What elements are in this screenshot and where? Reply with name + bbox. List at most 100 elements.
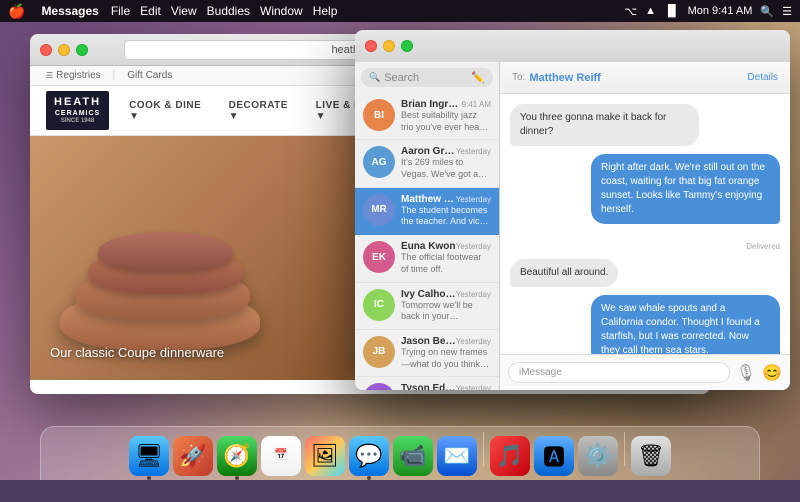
conv-content: Matthew Raff Yesterday The student becom… <box>401 194 491 228</box>
imessage-placeholder: iMessage <box>519 367 562 378</box>
conv-content: Aaron Grave... Yesterday It's 269 miles … <box>401 146 491 180</box>
avatar: TE <box>363 383 395 390</box>
dock-item-mail[interactable]: ✉️ <box>437 436 477 476</box>
app-name[interactable]: Messages <box>41 4 98 18</box>
menu-buddies[interactable]: Buddies <box>207 4 250 18</box>
message-bubble: We saw whale spouts and a California con… <box>591 295 780 354</box>
message-bubble: Beautiful all around. <box>510 259 618 287</box>
compose-icon[interactable]: ✏️ <box>471 71 485 84</box>
conv-time: Yesterday <box>456 290 491 299</box>
close-button[interactable] <box>40 44 52 56</box>
notification-icon[interactable]: ☰ <box>782 5 792 18</box>
dock-item-music[interactable]: 🎵 <box>490 436 530 476</box>
menu-view[interactable]: View <box>171 4 197 18</box>
conv-name: Aaron Grave... <box>401 146 456 157</box>
dock-item-safari[interactable]: 🧭 <box>217 436 257 476</box>
dock-item-finder[interactable]: 🖥 <box>129 436 169 476</box>
bluetooth-icon: ⌥ <box>624 5 637 18</box>
chat-header: To: Matthew Reiff Details <box>500 62 790 94</box>
dock-item-appstore[interactable]: 🅰 <box>534 436 574 476</box>
maximize-button[interactable] <box>76 44 88 56</box>
dock-separator-2 <box>624 432 625 466</box>
dock-item-trash[interactable]: 🗑 <box>631 436 671 476</box>
message-bubble: You three gonna make it back for dinner? <box>510 104 699 146</box>
finder-icon: 🖥 <box>135 443 163 469</box>
dock-item-facetime[interactable]: 📹 <box>393 436 433 476</box>
conv-time: Yesterday <box>456 147 491 156</box>
dock-item-systemprefs[interactable]: ⚙️ <box>578 436 618 476</box>
conv-preview: Trying on new frames—what do you think o… <box>401 347 491 370</box>
gift-cards-link[interactable]: Gift Cards <box>127 70 172 81</box>
messages-sidebar: 🔍 Search ✏️ BI Brian Ingram 9:41 AM <box>355 62 500 390</box>
menu-file[interactable]: File <box>111 4 130 18</box>
clock: Mon 9:41 AM <box>688 5 753 17</box>
avatar: EK <box>363 241 395 273</box>
avatar: BI <box>363 99 395 131</box>
conv-name: Matthew Raff <box>401 194 456 205</box>
conv-time: 9:41 AM <box>462 100 491 109</box>
conv-content: Euna Kwon Yesterday The official footwea… <box>401 241 491 275</box>
minimize-button[interactable] <box>58 44 70 56</box>
conv-content: Ivy Calhoun Yesterday Tomorrow we'll be … <box>401 289 491 323</box>
emoji-icon[interactable]: 😊 <box>762 363 782 383</box>
search-placeholder: Search <box>384 72 419 84</box>
conversation-item[interactable]: BI Brian Ingram 9:41 AM Best suitability… <box>355 93 499 140</box>
launchpad-icon: 🚀 <box>179 443 206 469</box>
facetime-icon: 📹 <box>399 443 426 469</box>
dock-item-launchpad[interactable]: 🚀 <box>173 436 213 476</box>
search-icon: 🔍 <box>369 72 380 83</box>
conversation-item[interactable]: JB Jason Bettin... Yesterday Trying on n… <box>355 330 499 377</box>
conv-name: Ivy Calhoun <box>401 289 456 300</box>
heath-logo: HEATH CERAMICS SINCE 1948 <box>46 91 109 130</box>
menubar: 🍎 Messages File Edit View Buddies Window… <box>0 0 800 22</box>
avatar: MR <box>363 194 395 226</box>
music-icon: 🎵 <box>496 443 523 469</box>
dock: 🖥 🚀 🧭 📅 🖼 💬 📹 ✉️ 🎵 � <box>40 422 760 480</box>
menu-edit[interactable]: Edit <box>140 4 161 18</box>
conversation-item-active[interactable]: MR Matthew Raff Yesterday The student be… <box>355 188 499 235</box>
dock-item-calendar[interactable]: 📅 <box>261 436 301 476</box>
avatar: AG <box>363 146 395 178</box>
nav-decorate[interactable]: DECORATE ▼ <box>229 100 300 122</box>
messages-close[interactable] <box>365 40 377 52</box>
microphone-icon[interactable]: 🎙 <box>736 363 756 383</box>
messages-search-area: 🔍 Search ✏️ <box>355 62 499 93</box>
nav-cook-dine[interactable]: COOK & DINE ▼ <box>129 100 213 122</box>
menu-window[interactable]: Window <box>260 4 303 18</box>
conversation-item[interactable]: IC Ivy Calhoun Yesterday Tomorrow we'll … <box>355 283 499 330</box>
bowl-4 <box>98 232 233 272</box>
conversation-item[interactable]: TE Tyson Edwar... Yesterday We'll leave … <box>355 377 499 390</box>
conversation-item[interactable]: AG Aaron Grave... Yesterday It's 269 mil… <box>355 140 499 187</box>
desktop: heathceramics.com ↻ ‹ › ☰ Registries | G… <box>0 22 800 480</box>
avatar: JB <box>363 336 395 368</box>
chat-to-area: To: Matthew Reiff <box>512 72 601 84</box>
details-button[interactable]: Details <box>747 72 778 83</box>
avatar: IC <box>363 289 395 321</box>
messages-window: 🔍 Search ✏️ BI Brian Ingram 9:41 AM <box>355 30 790 390</box>
photos-icon: 🖼 <box>311 443 339 469</box>
conversation-item[interactable]: EK Euna Kwon Yesterday The official foot… <box>355 235 499 282</box>
conv-time: Yesterday <box>456 242 491 251</box>
messages-icon: 💬 <box>355 443 382 469</box>
chat-input[interactable]: iMessage <box>508 362 730 383</box>
delivered-timestamp: Delivered <box>510 242 780 251</box>
recipient-name: Matthew Reiff <box>529 72 601 84</box>
dock-item-messages[interactable]: 💬 <box>349 436 389 476</box>
chat-messages: You three gonna make it back for dinner?… <box>500 94 790 354</box>
spotlight-icon[interactable]: 🔍 <box>760 5 774 18</box>
conv-preview: The official footwear of time off. <box>401 252 491 275</box>
dock-item-photos[interactable]: 🖼 <box>305 436 345 476</box>
messages-minimize[interactable] <box>383 40 395 52</box>
conv-content: Jason Bettin... Yesterday Trying on new … <box>401 336 491 370</box>
appstore-icon: 🅰 <box>543 440 565 472</box>
calendar-icon: 📅 <box>274 449 288 462</box>
messages-maximize[interactable] <box>401 40 413 52</box>
search-box[interactable]: 🔍 Search ✏️ <box>361 68 493 87</box>
trash-icon: 🗑 <box>637 443 665 469</box>
registries-link[interactable]: ☰ Registries <box>46 70 101 81</box>
messages-chat: To: Matthew Reiff Details You three gonn… <box>500 62 790 390</box>
dock-running-indicator <box>235 476 239 480</box>
apple-menu[interactable]: 🍎 <box>8 3 25 20</box>
menu-help[interactable]: Help <box>313 4 338 18</box>
message-bubble: Right after dark. We're still out on the… <box>591 154 780 224</box>
